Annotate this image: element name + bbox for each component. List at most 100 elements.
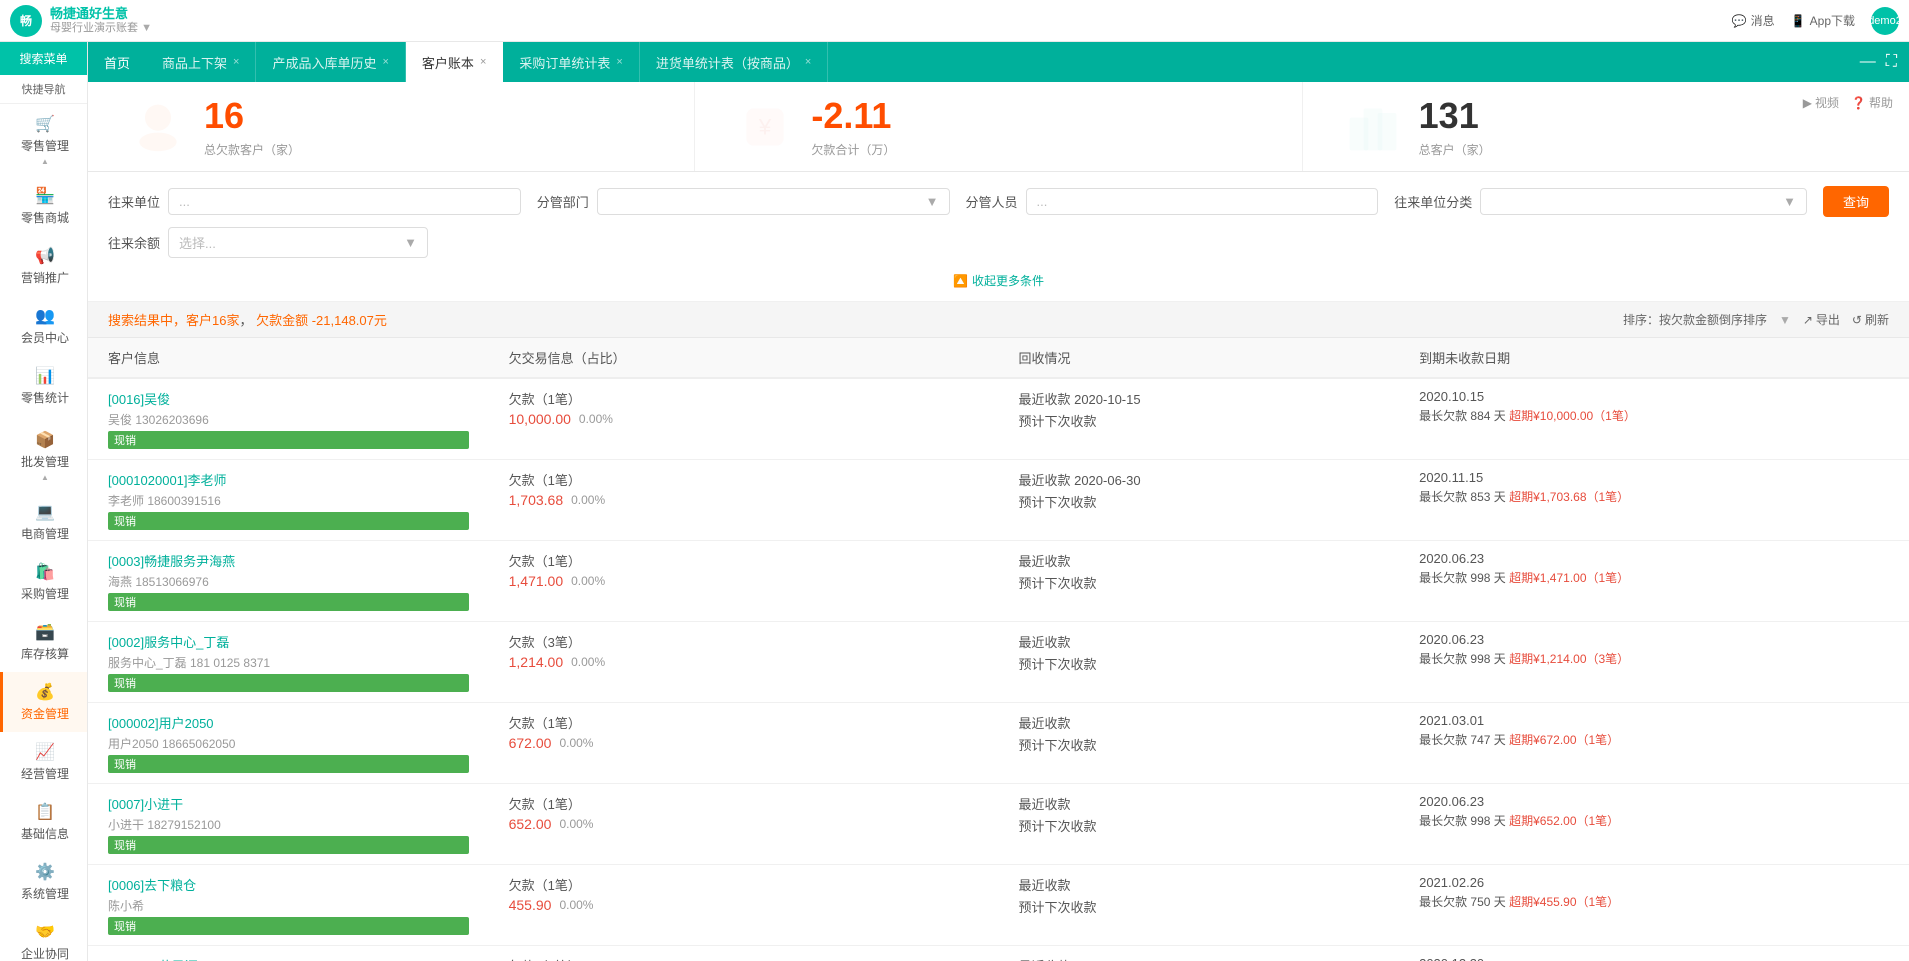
view-btn[interactable]: ▶ 视频 — [1803, 94, 1839, 111]
tab-close-stock[interactable]: × — [805, 56, 811, 68]
export-btn[interactable]: ↗ 导出 — [1803, 311, 1840, 328]
repay-next-3: 预计下次收款 — [1018, 654, 1379, 673]
sidebar-item-retail-management[interactable]: 🛒 零售管理 — [0, 104, 87, 176]
overdue-cell-5: 2020.06.23 最长欠款 998 天 超期¥652.00（1笔） — [1399, 784, 1909, 865]
from-unit-input[interactable]: ... — [168, 188, 521, 215]
sidebar-item-collab[interactable]: 🤝 企业协同 — [0, 912, 87, 961]
refresh-btn[interactable]: ↺ 刷新 — [1852, 311, 1889, 328]
sidebar-search[interactable]: 搜索菜单 — [0, 42, 87, 75]
sidebar-item-finance[interactable]: 💰 资金管理 — [0, 672, 87, 732]
repay-next-2: 预计下次收款 — [1018, 573, 1379, 592]
overdue-amount-5[interactable]: 超期¥652.00（1笔） — [1509, 814, 1619, 828]
app-download-btn[interactable]: 📱 App下载 — [1791, 12, 1855, 29]
sidebar-quick-nav[interactable]: 快捷导航 — [0, 75, 87, 104]
tab-close-products[interactable]: × — [233, 56, 239, 68]
customer-info-6: [0006]去下粮仓 陈小希 现销 — [108, 875, 469, 935]
tab-products[interactable]: 商品上下架 × — [146, 42, 256, 82]
customer-info-cell-0: [0016]吴俊 吴俊 13026203696 现销 — [88, 378, 489, 460]
stats-bar: 16 总欠款客户（家） ¥ -2.11 欠 — [88, 82, 1909, 172]
tab-warehouse[interactable]: 产成品入库单历史 × — [256, 42, 405, 82]
sidebar-item-membership[interactable]: 👥 会员中心 — [0, 296, 87, 356]
sidebar-item-inventory[interactable]: 🗃️ 库存核算 — [0, 612, 87, 672]
user-avatar[interactable]: demo2 — [1871, 7, 1899, 35]
tab-close-warehouse[interactable]: × — [382, 56, 388, 68]
customer-name-2[interactable]: [0003]畅捷服务尹海燕 — [108, 551, 469, 570]
filter-person: 分管人员 ... — [966, 188, 1379, 215]
repay-cell-6: 最近收款 预计下次收款 — [998, 865, 1399, 946]
overdue-amount-4[interactable]: 超期¥672.00（1笔） — [1509, 733, 1619, 747]
customer-name-1[interactable]: [0001020001]李老师 — [108, 470, 469, 489]
sidebar-item-purchase[interactable]: 🛍️ 采购管理 — [0, 552, 87, 612]
overdue-date-2: 2020.06.23 — [1419, 551, 1889, 566]
overdue-amount-6[interactable]: 超期¥455.90（1笔） — [1509, 895, 1619, 909]
repay-cell-4: 最近收款 预计下次收款 — [998, 703, 1399, 784]
customer-name-5[interactable]: [0007]小进干 — [108, 794, 469, 813]
customer-name-4[interactable]: [000002]用户2050 — [108, 713, 469, 732]
repay-date-1: 最近收款 2020-06-30 — [1018, 470, 1379, 489]
customer-name-7[interactable]: [000001]黄思源 — [108, 956, 469, 961]
tab-home[interactable]: 首页 — [88, 42, 146, 82]
retail-management-icon: 🛒 — [35, 114, 55, 134]
sidebar-item-ecommerce[interactable]: 💻 电商管理 — [0, 492, 87, 552]
overdue-date-5: 2020.06.23 — [1419, 794, 1889, 809]
stat-debt-value: -2.11 — [811, 95, 895, 137]
data-table: 客户信息 欠交易信息（占比） 回收情况 到期未收款日期 [0016]吴俊 吴俊 … — [88, 338, 1909, 961]
debt-amount-1: 1,703.68 — [509, 492, 564, 508]
customer-info-cell-1: [0001020001]李老师 李老师 18600391516 现销 — [88, 460, 489, 541]
debt-count-1: 欠款（1笔） — [509, 470, 979, 489]
person-input[interactable]: ... — [1026, 188, 1379, 215]
sidebar-item-retail-stats[interactable]: 📊 零售统计 — [0, 356, 87, 416]
sidebar-item-basic-info[interactable]: 📋 基础信息 — [0, 792, 87, 852]
repay-info-6: 最近收款 预计下次收款 — [1018, 875, 1379, 916]
debt-ratio-4: 0.00% — [559, 736, 593, 750]
sidebar-item-system[interactable]: ⚙️ 系统管理 — [0, 852, 87, 912]
customer-tag-6: 现销 — [108, 917, 469, 935]
repay-next-6: 预计下次收款 — [1018, 897, 1379, 916]
stat-debtors-info: 16 总欠款客户（家） — [204, 95, 300, 158]
message-btn[interactable]: 💬 消息 — [1732, 12, 1775, 29]
overdue-amount-0[interactable]: 超期¥10,000.00（1笔） — [1509, 409, 1636, 423]
overdue-days-6: 最长欠款 750 天 超期¥455.90（1笔） — [1419, 893, 1889, 910]
tab-purchase[interactable]: 采购订单统计表 × — [503, 42, 639, 82]
balance-select[interactable]: 选择... ▼ — [168, 227, 428, 258]
customer-phone-6: 陈小希 — [108, 897, 469, 914]
unit-category-arrow-icon: ▼ — [1783, 194, 1796, 209]
from-unit-label: 往来单位 — [108, 192, 160, 211]
unit-category-select[interactable]: ▼ — [1480, 188, 1807, 215]
sidebar-item-wholesale[interactable]: 📦 批发管理 — [0, 420, 87, 492]
overdue-amount-1[interactable]: 超期¥1,703.68（1笔） — [1509, 490, 1629, 504]
tab-stock[interactable]: 进货单统计表（按商品） × — [640, 42, 828, 82]
sidebar-item-marketing[interactable]: 📢 营销推广 — [0, 236, 87, 296]
tab-account[interactable]: 客户账本 × — [406, 42, 503, 82]
tab-close-account[interactable]: × — [480, 56, 486, 68]
debt-count-2: 欠款（1笔） — [509, 551, 979, 570]
sidebar-item-retail-mall[interactable]: 🏪 零售商城 — [0, 176, 87, 236]
debt-ratio-0: 0.00% — [579, 412, 613, 426]
debt-amount-2: 1,471.00 — [509, 573, 564, 589]
tab-minimize-btn[interactable]: — — [1856, 51, 1880, 73]
debt-info-1: 欠款（1笔） 1,703.68 0.00% — [509, 470, 979, 508]
store-name: 母婴行业演示账套 ▼ — [50, 22, 152, 35]
customer-name-3[interactable]: [0002]服务中心_丁磊 — [108, 632, 469, 651]
tab-close-purchase[interactable]: × — [616, 56, 622, 68]
debt-count-4: 欠款（1笔） — [509, 713, 979, 732]
dept-select[interactable]: ▼ — [597, 188, 950, 215]
help-btn[interactable]: ❓ 帮助 — [1851, 94, 1893, 111]
customer-tag-2: 现销 — [108, 593, 469, 611]
sidebar-item-operations[interactable]: 📈 经营管理 — [0, 732, 87, 792]
search-button[interactable]: 查询 — [1823, 186, 1889, 217]
overdue-amount-3[interactable]: 超期¥1,214.00（3笔） — [1509, 652, 1629, 666]
customer-name-6[interactable]: [0006]去下粮仓 — [108, 875, 469, 894]
tab-maximize-btn[interactable]: ⛶ — [1882, 51, 1901, 73]
collapse-filters-btn[interactable]: 🔼 收起更多条件 — [108, 268, 1889, 293]
debt-count-7: 欠款（1笔） — [509, 956, 979, 961]
debt-info-3: 欠款（3笔） 1,214.00 0.00% — [509, 632, 979, 670]
results-info: 搜索结果中，客户16家， 欠款金额 -21,148.07元 — [108, 310, 387, 329]
customer-tag-3: 现销 — [108, 674, 469, 692]
stat-debt-label: 欠款合计（万） — [811, 141, 895, 158]
repay-info-0: 最近收款 2020-10-15 预计下次收款 — [1018, 389, 1379, 430]
stat-debt-amount: ¥ -2.11 欠款合计（万） — [694, 82, 1301, 171]
customer-name-0[interactable]: [0016]吴俊 — [108, 389, 469, 408]
debt-info-0: 欠款（1笔） 10,000.00 0.00% — [509, 389, 979, 427]
overdue-amount-2[interactable]: 超期¥1,471.00（1笔） — [1509, 571, 1629, 585]
